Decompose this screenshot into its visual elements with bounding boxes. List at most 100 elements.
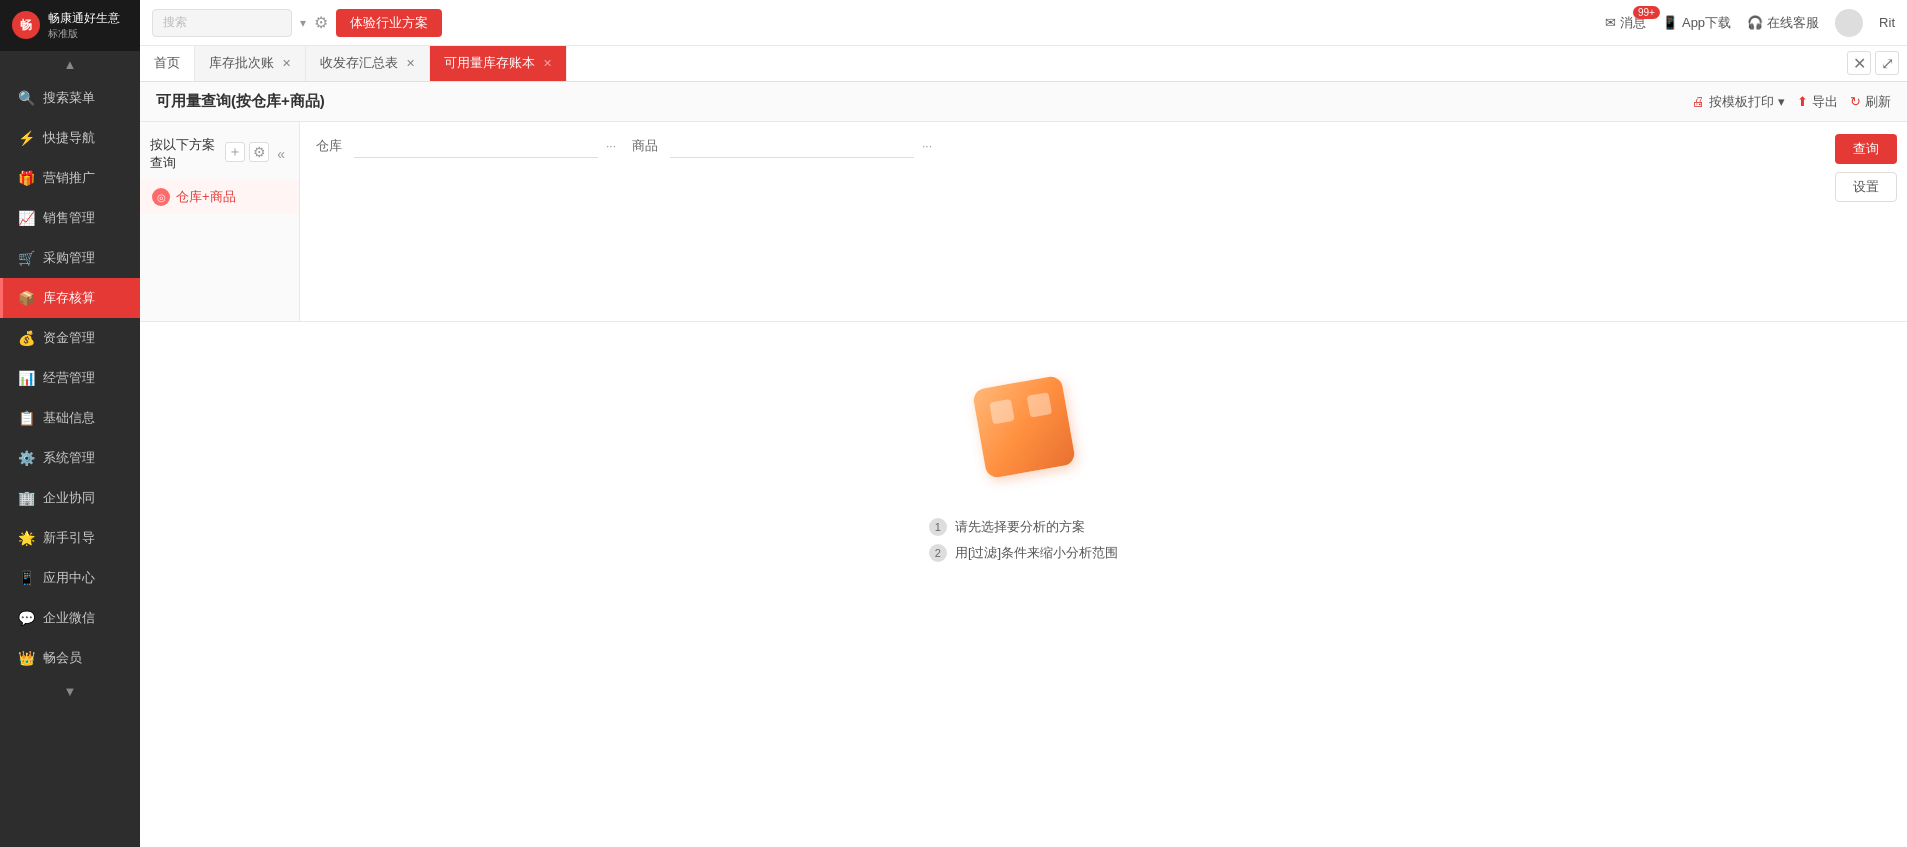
sidebar-item-wechat[interactable]: 💬 企业微信 (0, 598, 140, 638)
scheme-panel-label: 按以下方案查询 (150, 136, 225, 172)
newbie-icon: 🌟 (17, 529, 35, 547)
sidebar-header: 畅 畅康通好生意 标准版 (0, 0, 140, 51)
goods-input[interactable] (670, 134, 914, 158)
service-label: 在线客服 (1767, 14, 1819, 32)
sidebar-item-label: 销售管理 (43, 209, 95, 227)
sidebar-item-label: 企业微信 (43, 609, 95, 627)
tab-available[interactable]: 可用量库存账本 ✕ (430, 46, 567, 81)
brand-version: 标准版 (48, 27, 120, 41)
sidebar-item-label: 畅会员 (43, 649, 82, 667)
sidebar-item-label: 资金管理 (43, 329, 95, 347)
settings-button[interactable]: 设置 (1835, 172, 1897, 202)
sidebar-item-finance[interactable]: 💰 资金管理 (0, 318, 140, 358)
sidebar-item-label: 快捷导航 (43, 129, 95, 147)
topbar-chevron-icon[interactable]: ▾ (300, 16, 306, 30)
message-badge: 99+ (1633, 6, 1660, 19)
sidebar-item-purchase[interactable]: 🛒 采购管理 (0, 238, 140, 278)
add-scheme-button[interactable]: ＋ (225, 142, 245, 162)
message-button[interactable]: ✉ 消息 99+ (1605, 14, 1646, 32)
system-icon: ⚙️ (17, 449, 35, 467)
collapse-scheme-button[interactable]: « (273, 142, 289, 166)
refresh-icon: ↻ (1850, 94, 1861, 109)
batch-tab-label: 库存批次账 (209, 54, 274, 72)
sidebar-item-basic[interactable]: 📋 基础信息 (0, 398, 140, 438)
scheme-panel: 按以下方案查询 ＋ ⚙ « ◎ 仓库+商品 (140, 122, 300, 321)
sales-icon: 📈 (17, 209, 35, 227)
operations-icon: 📊 (17, 369, 35, 387)
tab-summary[interactable]: 收发存汇总表 ✕ (306, 46, 430, 81)
export-label: 导出 (1812, 93, 1838, 111)
sidebar-item-marketing[interactable]: 🎁 营销推广 (0, 158, 140, 198)
restore-tab-button[interactable]: ⤢ (1875, 51, 1899, 75)
close-tab-button[interactable]: ✕ (1847, 51, 1871, 75)
empty-illustration (964, 382, 1084, 502)
print-chevron-icon[interactable]: ▾ (1778, 94, 1785, 109)
app-download-button[interactable]: 📱 App下载 (1662, 14, 1731, 32)
sidebar-item-inventory[interactable]: 📦 库存核算 (0, 278, 140, 318)
tab-batch[interactable]: 库存批次账 ✕ (195, 46, 306, 81)
sidebar-item-apps[interactable]: 📱 应用中心 (0, 558, 140, 598)
shortcut-icon: ⚡ (17, 129, 35, 147)
sidebar-item-operations[interactable]: 📊 经营管理 (0, 358, 140, 398)
hint-num-1: 1 (929, 518, 947, 536)
sidebar-item-shortcut[interactable]: ⚡ 快捷导航 (0, 118, 140, 158)
sidebar-item-sales[interactable]: 📈 销售管理 (0, 198, 140, 238)
print-label: 按模板打印 (1709, 93, 1774, 111)
hint-text-2: 用[过滤]条件来缩小分析范围 (955, 544, 1118, 562)
sidebar-scroll: ▲ 🔍 搜索菜单 ⚡ 快捷导航 🎁 营销推广 📈 销售管理 🛒 采购管理 📦 库… (0, 51, 140, 847)
goods-label: 商品 (632, 137, 662, 155)
topbar: 搜索 ▾ ⚙ 体验行业方案 ✉ 消息 99+ 📱 App下载 🎧 在线客服 Ri… (140, 0, 1907, 46)
sidebar-item-member[interactable]: 👑 畅会员 (0, 638, 140, 678)
scheme-item-label: 仓库+商品 (176, 188, 236, 206)
tab-home[interactable]: 首页 (140, 46, 195, 81)
empty-hints: 1 请先选择要分析的方案 2 用[过滤]条件来缩小分析范围 (929, 518, 1118, 562)
scheme-item-warehouse-goods[interactable]: ◎ 仓库+商品 (140, 180, 299, 214)
sidebar-item-label: 应用中心 (43, 569, 95, 587)
phone-icon: 📱 (1662, 15, 1678, 30)
scheme-panel-header: 按以下方案查询 ＋ ⚙ « (140, 132, 299, 180)
export-button[interactable]: ⬆ 导出 (1797, 93, 1838, 111)
sidebar-item-label: 库存核算 (43, 289, 95, 307)
message-icon: ✉ (1605, 15, 1616, 30)
sidebar-item-label: 系统管理 (43, 449, 95, 467)
trial-button[interactable]: 体验行业方案 (336, 9, 442, 37)
inventory-icon: 📦 (17, 289, 35, 307)
empty-hint-2: 2 用[过滤]条件来缩小分析范围 (929, 544, 1118, 562)
summary-tab-close[interactable]: ✕ (406, 57, 415, 70)
warehouse-input[interactable] (354, 134, 598, 158)
username-label[interactable]: Rit (1879, 15, 1895, 30)
manage-scheme-button[interactable]: ⚙ (249, 142, 269, 162)
goods-more-icon[interactable]: ··· (922, 139, 932, 153)
page-title: 可用量查询(按仓库+商品) (156, 92, 325, 111)
topbar-right: ✉ 消息 99+ 📱 App下载 🎧 在线客服 Rit (1605, 9, 1895, 37)
sidebar-item-search[interactable]: 🔍 搜索菜单 (0, 78, 140, 118)
search-icon: 🔍 (17, 89, 35, 107)
sidebar-item-label: 搜索菜单 (43, 89, 95, 107)
topbar-gear-icon[interactable]: ⚙ (314, 13, 328, 32)
hint-num-2: 2 (929, 544, 947, 562)
purchase-icon: 🛒 (17, 249, 35, 267)
print-button[interactable]: 🖨 按模板打印 ▾ (1692, 93, 1785, 111)
tabs-right-controls: ✕ ⤢ (1839, 46, 1907, 81)
enterprise-icon: 🏢 (17, 489, 35, 507)
sidebar-item-label: 采购管理 (43, 249, 95, 267)
query-area: 按以下方案查询 ＋ ⚙ « ◎ 仓库+商品 仓库 (140, 122, 1907, 322)
marketing-icon: 🎁 (17, 169, 35, 187)
main-area: 搜索 ▾ ⚙ 体验行业方案 ✉ 消息 99+ 📱 App下载 🎧 在线客服 Ri… (140, 0, 1907, 847)
sidebar-scroll-down[interactable]: ▼ (0, 678, 140, 705)
query-button[interactable]: 查询 (1835, 134, 1897, 164)
batch-tab-close[interactable]: ✕ (282, 57, 291, 70)
sidebar-scroll-up[interactable]: ▲ (0, 51, 140, 78)
online-service-button[interactable]: 🎧 在线客服 (1747, 14, 1819, 32)
sidebar-item-enterprise[interactable]: 🏢 企业协同 (0, 478, 140, 518)
filter-row-1: 仓库 ··· 商品 ··· (316, 134, 1809, 158)
warehouse-more-icon[interactable]: ··· (606, 139, 616, 153)
empty-hint-1: 1 请先选择要分析的方案 (929, 518, 1085, 536)
sidebar-item-newbie[interactable]: 🌟 新手引导 (0, 518, 140, 558)
available-tab-close[interactable]: ✕ (543, 57, 552, 70)
sidebar-item-label: 营销推广 (43, 169, 95, 187)
filter-panel: 仓库 ··· 商品 ··· (300, 122, 1825, 321)
avatar[interactable] (1835, 9, 1863, 37)
sidebar-item-system[interactable]: ⚙️ 系统管理 (0, 438, 140, 478)
refresh-button[interactable]: ↻ 刷新 (1850, 93, 1891, 111)
